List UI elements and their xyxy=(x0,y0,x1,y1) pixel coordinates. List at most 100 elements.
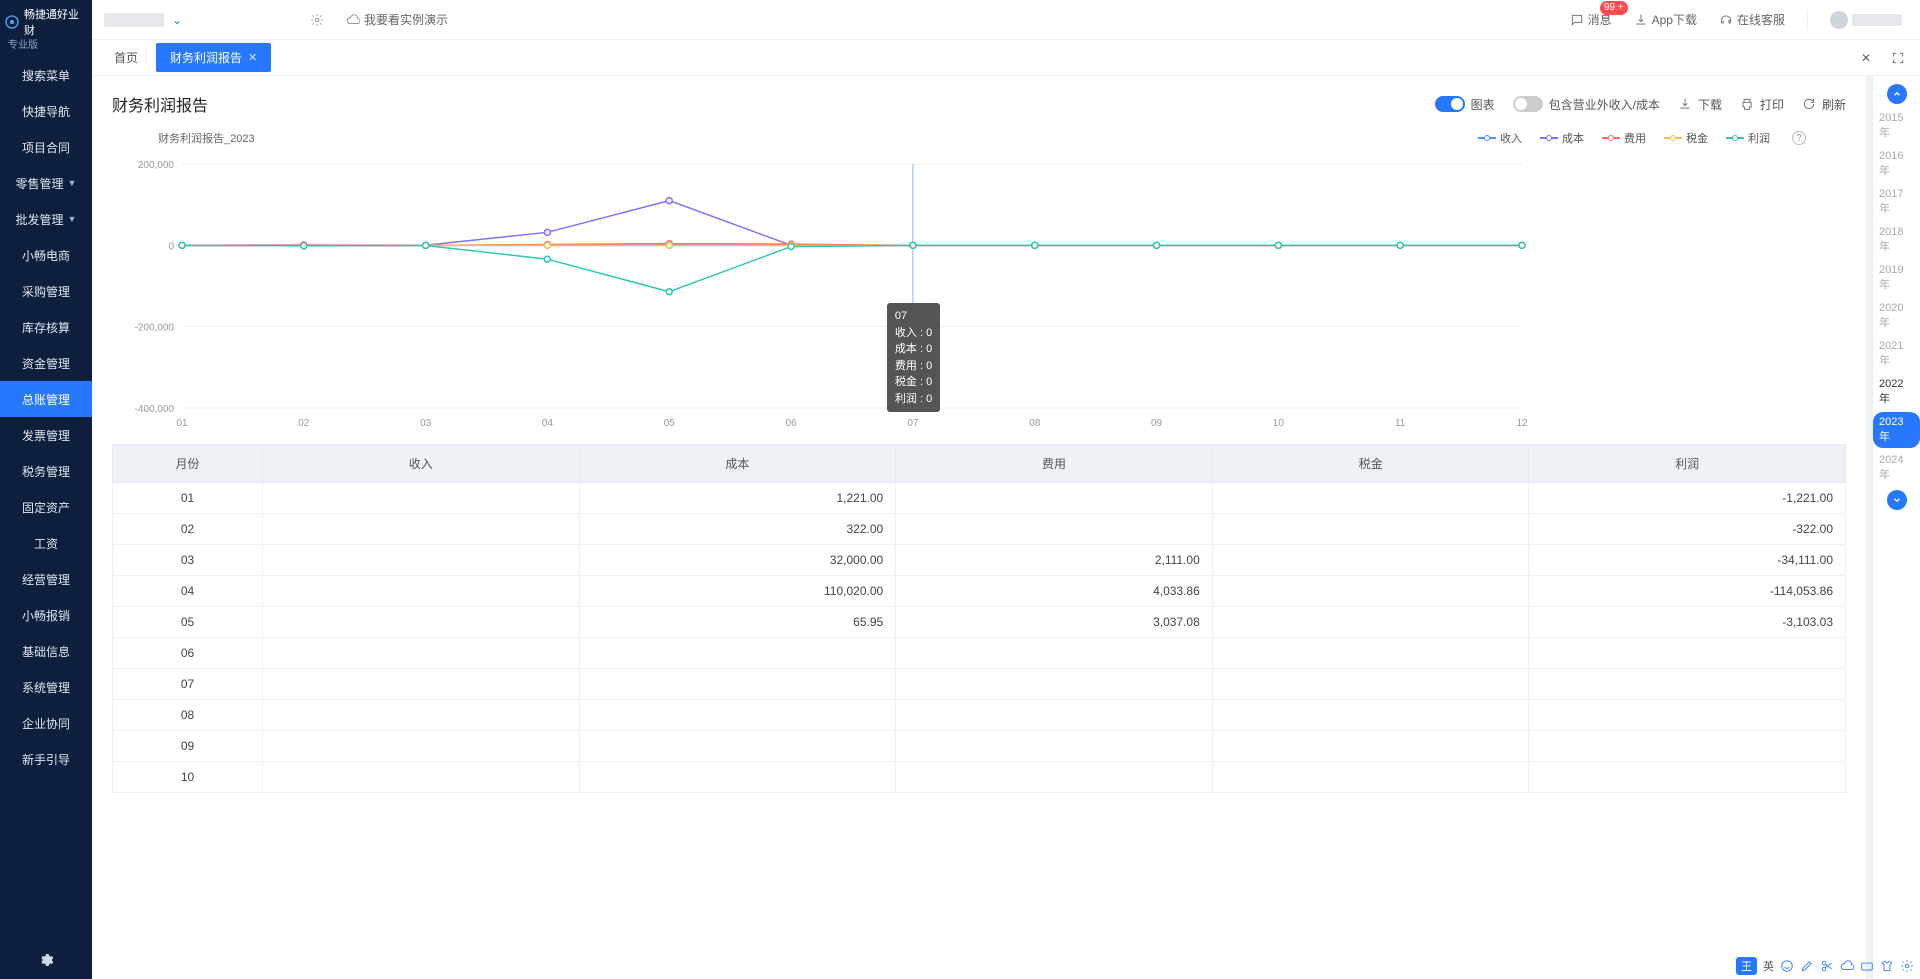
sidebar-item-2[interactable]: 项目合同 xyxy=(0,129,92,165)
gear-icon xyxy=(38,952,54,968)
refresh-button[interactable]: 刷新 xyxy=(1802,96,1846,113)
tab-home[interactable]: 首页 xyxy=(100,43,152,72)
legend-税金[interactable]: 税金 xyxy=(1664,130,1708,146)
cloud-icon[interactable] xyxy=(1840,959,1854,973)
sidebar-item-13[interactable]: 工资 xyxy=(0,525,92,561)
gear-icon xyxy=(310,13,324,27)
year-scroll-down[interactable] xyxy=(1887,490,1907,510)
sidebar-item-6[interactable]: 采购管理 xyxy=(0,273,92,309)
svg-text:03: 03 xyxy=(420,418,432,429)
sidebar-item-16[interactable]: 基础信息 xyxy=(0,633,92,669)
toggle-extra-income[interactable]: 包含营业外收入/成本 xyxy=(1513,96,1660,113)
brand-logo: 畅捷通好业财 xyxy=(0,0,92,40)
sidebar-item-11[interactable]: 税务管理 xyxy=(0,453,92,489)
sidebar-item-19[interactable]: 新手引导 xyxy=(0,741,92,777)
svg-text:08: 08 xyxy=(1029,418,1041,429)
topbar: ⌄ 我要看实例演示 消息 99 + App下载 在线客服 xyxy=(92,0,1920,40)
sidebar-item-0[interactable]: 搜索菜单 xyxy=(0,57,92,93)
org-settings-button[interactable] xyxy=(304,9,330,31)
tab-profit-report[interactable]: 财务利润报告 ✕ xyxy=(156,43,271,72)
app-download-button[interactable]: App下载 xyxy=(1628,7,1703,32)
profit-chart[interactable]: -400,000-200,0000200,0000102030405060708… xyxy=(112,146,1552,436)
sidebar-item-5[interactable]: 小畅电商 xyxy=(0,237,92,273)
col-0: 月份 xyxy=(113,445,263,483)
refresh-icon xyxy=(1802,97,1816,111)
chevron-up-icon xyxy=(1892,89,1902,99)
shirt-icon[interactable] xyxy=(1880,959,1894,973)
sidebar-item-12[interactable]: 固定资产 xyxy=(0,489,92,525)
sidebar-item-8[interactable]: 资金管理 xyxy=(0,345,92,381)
messages-button[interactable]: 消息 99 + xyxy=(1564,7,1618,32)
org-selector[interactable]: ⌄ xyxy=(104,13,294,27)
fullscreen-button[interactable] xyxy=(1884,44,1912,72)
svg-text:01: 01 xyxy=(176,418,188,429)
gear-icon[interactable] xyxy=(1900,959,1914,973)
svg-text:04: 04 xyxy=(542,418,554,429)
year-2018年[interactable]: 2018年 xyxy=(1873,222,1920,258)
brand-edition: 专业版 xyxy=(0,36,38,51)
legend-help-icon[interactable]: ? xyxy=(1792,131,1806,145)
svg-text:12: 12 xyxy=(1516,418,1528,429)
caret-icon: ▼ xyxy=(68,178,77,188)
legend-费用[interactable]: 费用 xyxy=(1602,130,1646,146)
svg-text:07: 07 xyxy=(907,418,919,429)
edit-icon[interactable] xyxy=(1800,959,1814,973)
col-1: 收入 xyxy=(263,445,580,483)
legend-收入[interactable]: 收入 xyxy=(1478,130,1522,146)
chart-legend: 收入 成本 费用 税金 利润? xyxy=(1478,130,1846,146)
year-2024年[interactable]: 2024年 xyxy=(1873,450,1920,486)
year-2022年[interactable]: 2022年 xyxy=(1873,374,1920,410)
keyboard-icon[interactable] xyxy=(1860,959,1874,973)
toggle-chart[interactable]: 图表 xyxy=(1435,96,1495,113)
tabs: 首页 财务利润报告 ✕ ✕ xyxy=(92,40,1920,76)
sidebar-item-17[interactable]: 系统管理 xyxy=(0,669,92,705)
chart-title: 财务利润报告_2023 xyxy=(112,130,255,146)
sidebar-item-7[interactable]: 库存核算 xyxy=(0,309,92,345)
table-row: 011,221.00-1,221.00 xyxy=(113,483,1846,514)
year-2019年[interactable]: 2019年 xyxy=(1873,260,1920,296)
sidebar-item-4[interactable]: 批发管理▼ xyxy=(0,201,92,237)
scissors-icon[interactable] xyxy=(1820,959,1834,973)
table-row: 04110,020.004,033.86-114,053.86 xyxy=(113,576,1846,607)
sidebar-item-1[interactable]: 快捷导航 xyxy=(0,93,92,129)
year-2017年[interactable]: 2017年 xyxy=(1873,184,1920,220)
col-5: 利润 xyxy=(1529,445,1846,483)
svg-text:09: 09 xyxy=(1151,418,1163,429)
year-scroll-up[interactable] xyxy=(1887,84,1907,104)
ime-lang[interactable]: 英 xyxy=(1763,958,1774,974)
svg-text:-200,000: -200,000 xyxy=(135,323,175,334)
chat-icon xyxy=(1570,13,1584,27)
svg-text:-400,000: -400,000 xyxy=(135,404,175,415)
year-2015年[interactable]: 2015年 xyxy=(1873,108,1920,144)
ime-pill[interactable]: 王 xyxy=(1736,957,1757,975)
year-2023年[interactable]: 2023年 xyxy=(1873,412,1920,448)
download-icon xyxy=(1678,97,1692,111)
close-all-button[interactable]: ✕ xyxy=(1852,44,1880,72)
caret-icon: ▼ xyxy=(68,214,77,224)
download-button[interactable]: 下载 xyxy=(1678,96,1722,113)
year-2020年[interactable]: 2020年 xyxy=(1873,298,1920,334)
year-2016年[interactable]: 2016年 xyxy=(1873,146,1920,182)
user-menu[interactable] xyxy=(1824,7,1908,33)
settings-button[interactable] xyxy=(38,941,54,979)
close-icon[interactable]: ✕ xyxy=(248,51,257,64)
col-3: 费用 xyxy=(896,445,1213,483)
legend-成本[interactable]: 成本 xyxy=(1540,130,1584,146)
sidebar-item-3[interactable]: 零售管理▼ xyxy=(0,165,92,201)
download-icon xyxy=(1634,13,1648,27)
expand-icon xyxy=(1891,51,1905,65)
legend-利润[interactable]: 利润 xyxy=(1726,130,1770,146)
sidebar-item-10[interactable]: 发票管理 xyxy=(0,417,92,453)
table-row: 07 xyxy=(113,669,1846,700)
print-button[interactable]: 打印 xyxy=(1740,96,1784,113)
sidebar-item-15[interactable]: 小畅报销 xyxy=(0,597,92,633)
divider xyxy=(1807,10,1808,30)
smile-icon[interactable] xyxy=(1780,959,1794,973)
sidebar-item-9[interactable]: 总账管理 xyxy=(0,381,92,417)
demo-button[interactable]: 我要看实例演示 xyxy=(340,7,454,32)
support-button[interactable]: 在线客服 xyxy=(1713,7,1791,32)
svg-text:05: 05 xyxy=(664,418,676,429)
year-2021年[interactable]: 2021年 xyxy=(1873,336,1920,372)
sidebar-item-14[interactable]: 经营管理 xyxy=(0,561,92,597)
sidebar-item-18[interactable]: 企业协同 xyxy=(0,705,92,741)
